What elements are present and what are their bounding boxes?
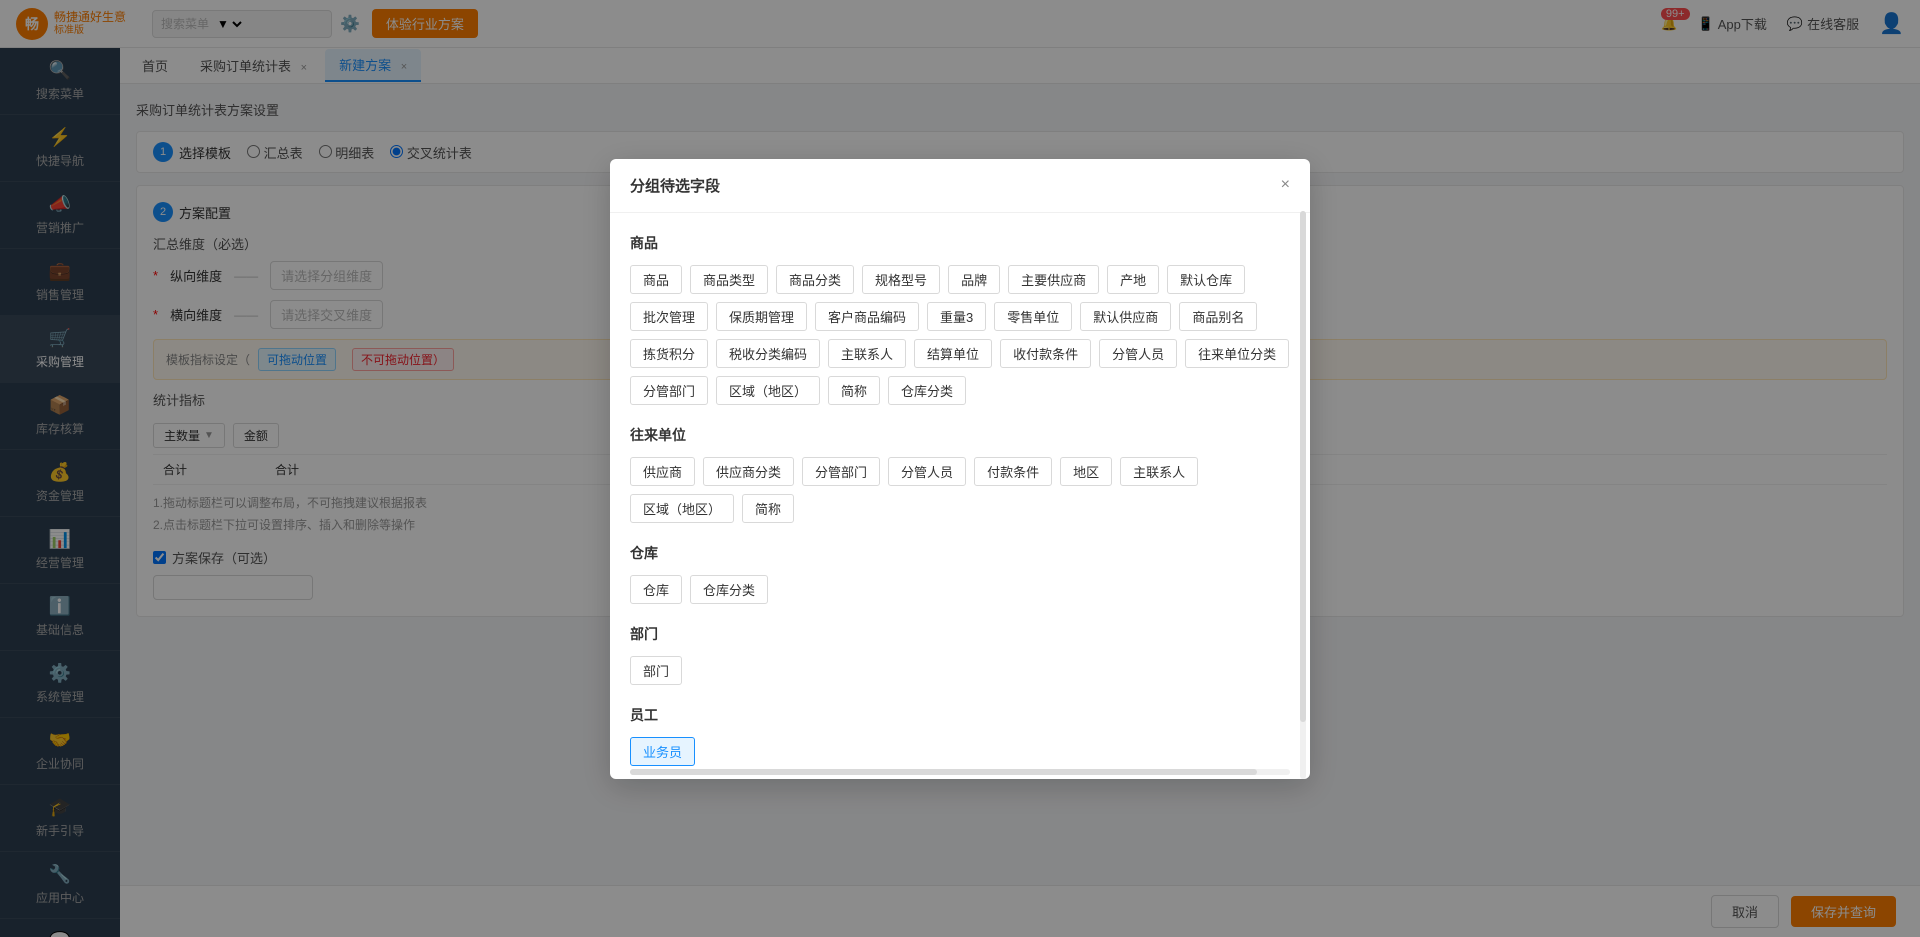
modal-scrollbar-horizontal — [630, 769, 1290, 775]
section-dept: 部门 部门 — [630, 624, 1290, 685]
field-batch-mgmt[interactable]: 批次管理 — [630, 302, 708, 331]
section-partner-title: 往来单位 — [630, 425, 1290, 445]
field-shelf-life[interactable]: 保质期管理 — [716, 302, 807, 331]
section-dept-title: 部门 — [630, 624, 1290, 644]
field-goods-type[interactable]: 商品类型 — [690, 265, 768, 294]
section-employee: 员工 业务员 — [630, 705, 1290, 766]
modal-header: 分组待选字段 × — [610, 159, 1310, 213]
field-wh-cat[interactable]: 仓库分类 — [690, 575, 768, 604]
field-pay-terms[interactable]: 付款条件 — [974, 457, 1052, 486]
field-settle-unit[interactable]: 结算单位 — [914, 339, 992, 368]
field-default-warehouse[interactable]: 默认仓库 — [1167, 265, 1245, 294]
section-goods: 商品 商品 商品类型 商品分类 规格型号 品牌 主要供应商 产地 默认仓库 批次… — [630, 233, 1290, 405]
field-customer-code[interactable]: 客户商品编码 — [815, 302, 919, 331]
field-payment-terms[interactable]: 收付款条件 — [1000, 339, 1091, 368]
modal-scrollbar-h-thumb — [630, 769, 1257, 775]
field-main-supplier[interactable]: 主要供应商 — [1008, 265, 1099, 294]
section-partner-fields: 供应商 供应商分类 分管部门 分管人员 付款条件 地区 主联系人 区域（地区） … — [630, 457, 1290, 523]
section-employee-fields: 业务员 — [630, 737, 1290, 766]
field-main-contact[interactable]: 主联系人 — [828, 339, 906, 368]
field-dept[interactable]: 分管部门 — [630, 376, 708, 405]
field-retail-unit[interactable]: 零售单位 — [994, 302, 1072, 331]
field-partner-short[interactable]: 简称 — [742, 494, 794, 523]
field-partner-dept[interactable]: 分管部门 — [802, 457, 880, 486]
modal-scrollbar-thumb — [1300, 211, 1306, 722]
modal-title: 分组待选字段 — [630, 175, 720, 196]
section-warehouse: 仓库 仓库 仓库分类 — [630, 543, 1290, 604]
section-dept-fields: 部门 — [630, 656, 1290, 685]
field-pick-points[interactable]: 拣货积分 — [630, 339, 708, 368]
field-partner-manager[interactable]: 分管人员 — [888, 457, 966, 486]
field-select-modal: 分组待选字段 × 商品 商品 商品类型 商品分类 规格型号 品牌 主要供应商 产… — [610, 159, 1310, 779]
field-tax-code[interactable]: 税收分类编码 — [716, 339, 820, 368]
field-supplier-cat[interactable]: 供应商分类 — [703, 457, 794, 486]
field-weight[interactable]: 重量3 — [927, 302, 986, 331]
field-area[interactable]: 地区 — [1060, 457, 1112, 486]
field-goods-alias[interactable]: 商品别名 — [1179, 302, 1257, 331]
field-warehouse[interactable]: 仓库 — [630, 575, 682, 604]
modal-body: 商品 商品 商品类型 商品分类 规格型号 品牌 主要供应商 产地 默认仓库 批次… — [610, 213, 1310, 779]
field-manager[interactable]: 分管人员 — [1099, 339, 1177, 368]
section-goods-fields: 商品 商品类型 商品分类 规格型号 品牌 主要供应商 产地 默认仓库 批次管理 … — [630, 265, 1290, 405]
modal-close-button[interactable]: × — [1281, 176, 1290, 194]
section-partner: 往来单位 供应商 供应商分类 分管部门 分管人员 付款条件 地区 主联系人 区域… — [630, 425, 1290, 523]
field-salesperson[interactable]: 业务员 — [630, 737, 695, 766]
field-default-supplier[interactable]: 默认供应商 — [1080, 302, 1171, 331]
field-warehouse-category[interactable]: 仓库分类 — [888, 376, 966, 405]
field-region[interactable]: 区域（地区） — [716, 376, 820, 405]
section-goods-title: 商品 — [630, 233, 1290, 253]
field-partner-contact[interactable]: 主联系人 — [1120, 457, 1198, 486]
field-brand[interactable]: 品牌 — [948, 265, 1000, 294]
field-origin[interactable]: 产地 — [1107, 265, 1159, 294]
field-goods[interactable]: 商品 — [630, 265, 682, 294]
field-short-name[interactable]: 简称 — [828, 376, 880, 405]
section-warehouse-title: 仓库 — [630, 543, 1290, 563]
modal-scrollbar-track — [1300, 211, 1306, 779]
field-goods-category[interactable]: 商品分类 — [776, 265, 854, 294]
field-supplier[interactable]: 供应商 — [630, 457, 695, 486]
section-employee-title: 员工 — [630, 705, 1290, 725]
field-spec-model[interactable]: 规格型号 — [862, 265, 940, 294]
field-partner-category[interactable]: 往来单位分类 — [1185, 339, 1289, 368]
field-department[interactable]: 部门 — [630, 656, 682, 685]
modal-overlay: 分组待选字段 × 商品 商品 商品类型 商品分类 规格型号 品牌 主要供应商 产… — [0, 0, 1920, 937]
section-warehouse-fields: 仓库 仓库分类 — [630, 575, 1290, 604]
field-partner-region[interactable]: 区域（地区） — [630, 494, 734, 523]
